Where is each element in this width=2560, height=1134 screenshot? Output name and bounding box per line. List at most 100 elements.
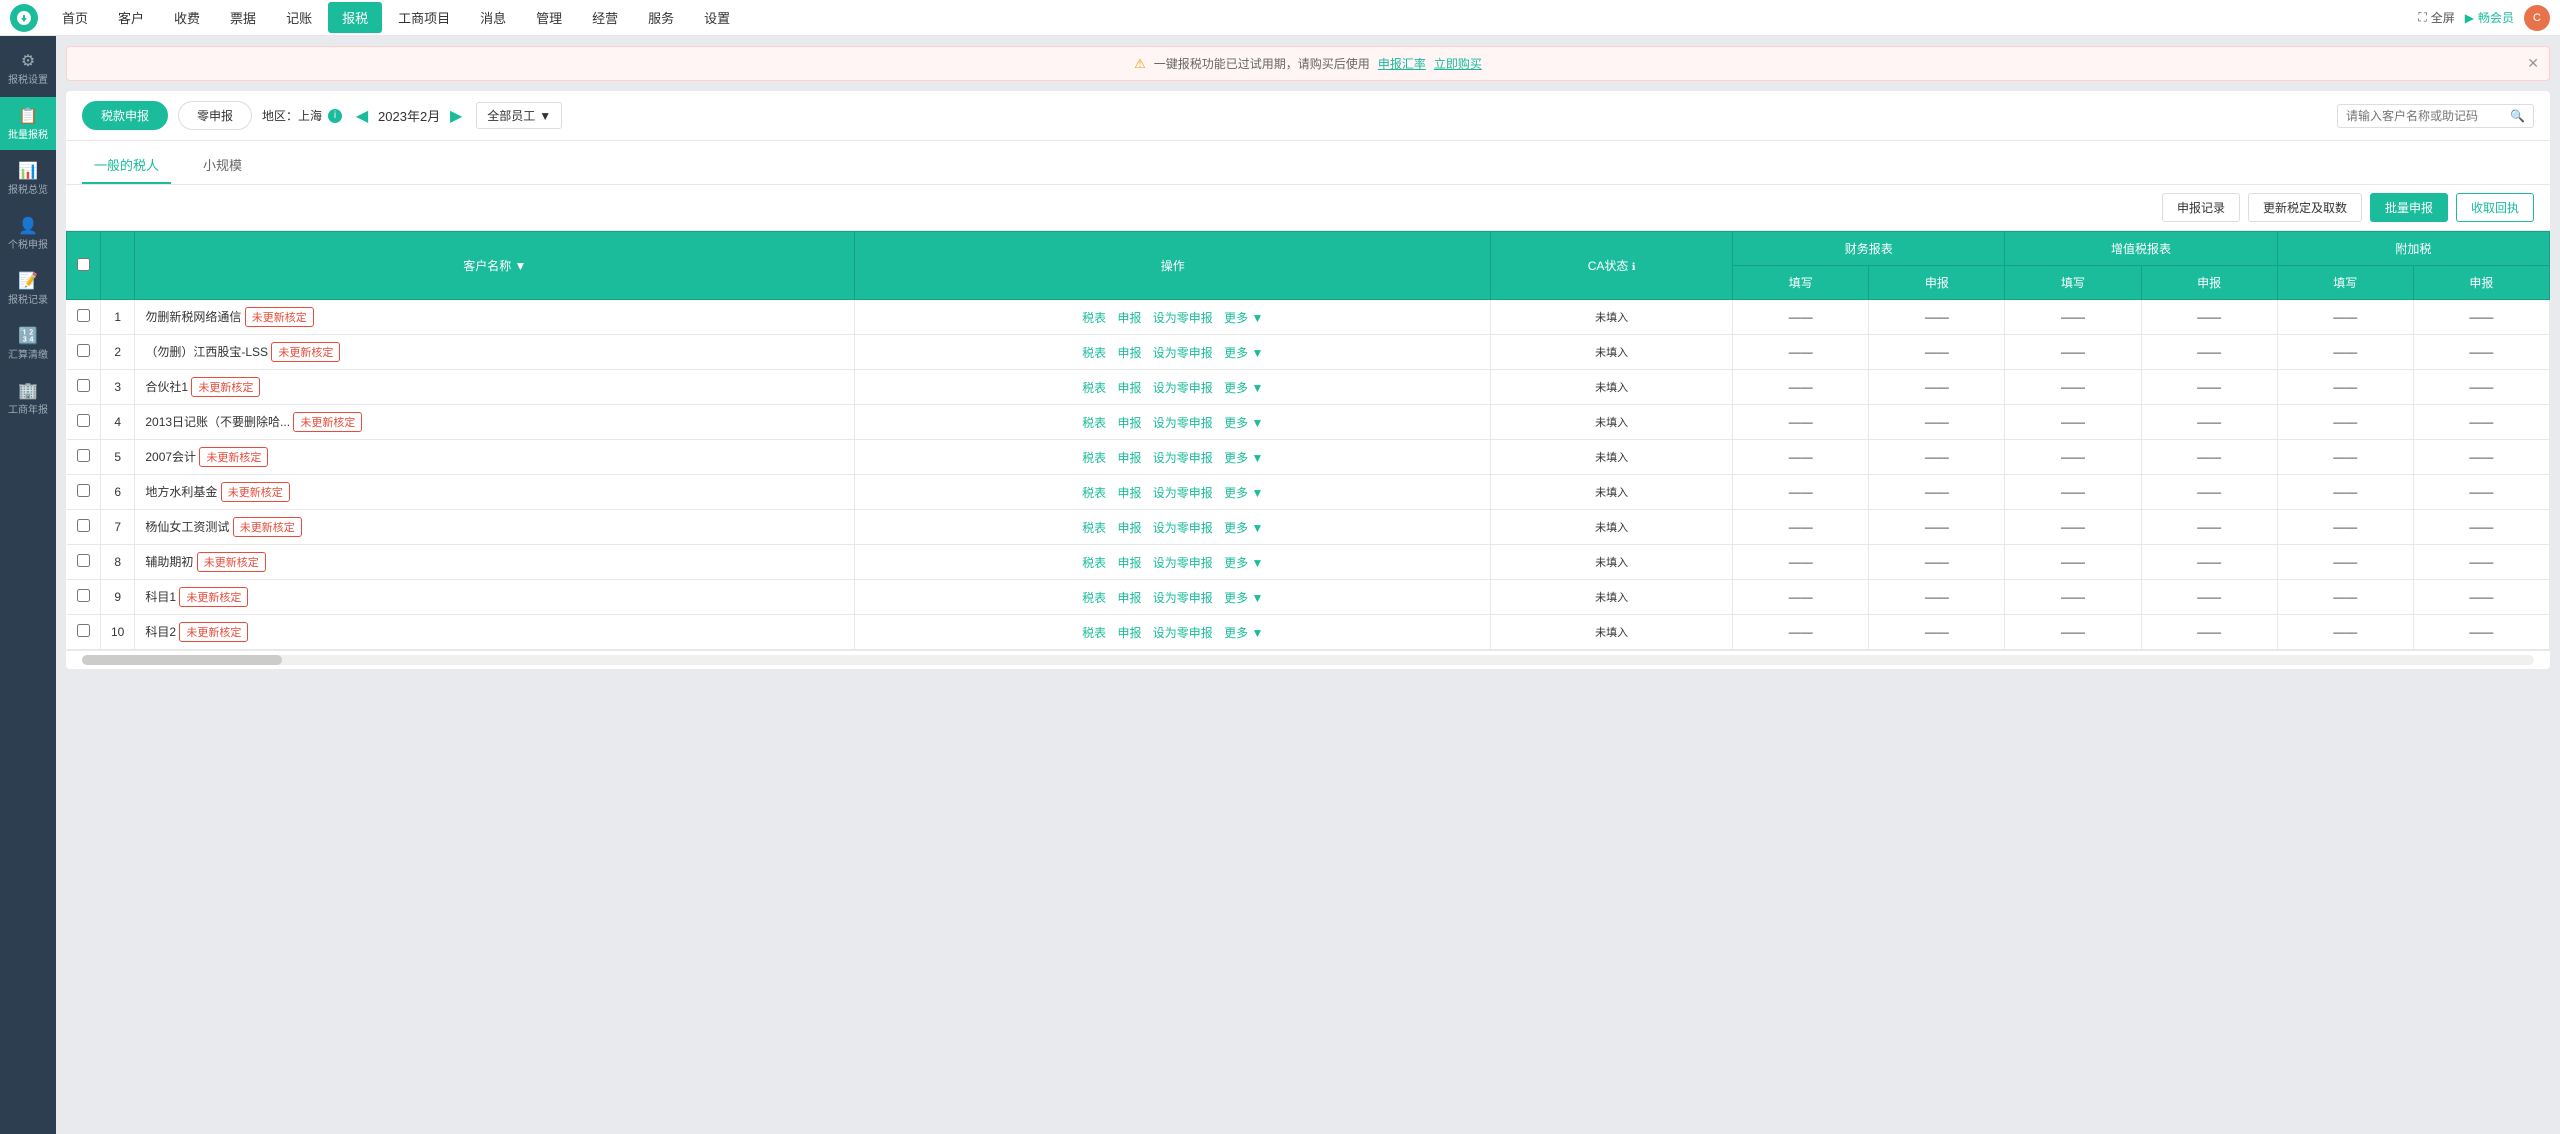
op-tax-form[interactable]: 税表 <box>1082 626 1106 640</box>
op-more[interactable]: 更多 ▼ <box>1224 346 1263 360</box>
op-declare[interactable]: 申报 <box>1117 486 1141 500</box>
sidebar-item-tax-records[interactable]: 📝 报税记录 <box>0 262 56 315</box>
banner-link-rate[interactable]: 申报汇率 <box>1378 55 1426 72</box>
fullscreen-btn[interactable]: ⛶ 全屏 <box>2418 9 2454 26</box>
collect-receipt-btn[interactable]: 收取回执 <box>2456 193 2534 222</box>
op-zero-declare[interactable]: 设为零申报 <box>1153 346 1213 360</box>
banner-link-buy[interactable]: 立即购买 <box>1434 55 1482 72</box>
op-declare[interactable]: 申报 <box>1117 591 1141 605</box>
declare-records-btn[interactable]: 申报记录 <box>2162 193 2240 222</box>
op-declare[interactable]: 申报 <box>1117 521 1141 535</box>
op-more[interactable]: 更多 ▼ <box>1224 556 1263 570</box>
op-more[interactable]: 更多 ▼ <box>1224 416 1263 430</box>
row-checkbox[interactable] <box>77 589 90 602</box>
op-more[interactable]: 更多 ▼ <box>1224 521 1263 535</box>
row-checkbox[interactable] <box>77 344 90 357</box>
nav-home[interactable]: 首页 <box>48 2 102 33</box>
cell-ca: 未填入 <box>1491 580 1733 615</box>
top-nav-right: ⛶ 全屏 ▶ 畅会员 C <box>2418 5 2550 31</box>
cell-add-declare: —— <box>2413 335 2549 370</box>
op-declare[interactable]: 申报 <box>1117 416 1141 430</box>
op-tax-form[interactable]: 税表 <box>1082 311 1106 325</box>
nav-client[interactable]: 客户 <box>104 2 158 33</box>
row-checkbox[interactable] <box>77 484 90 497</box>
scroll-thumb[interactable] <box>82 655 282 665</box>
tab-zero-declare[interactable]: 零申报 <box>178 101 252 130</box>
op-zero-declare[interactable]: 设为零申报 <box>1153 416 1213 430</box>
nav-manage[interactable]: 管理 <box>522 2 576 33</box>
tab-small-scale[interactable]: 小规模 <box>191 149 254 184</box>
staff-selector[interactable]: 全部员工 ▼ <box>476 102 562 129</box>
batch-declare-btn[interactable]: 批量申报 <box>2370 193 2448 222</box>
nav-tax[interactable]: 报税 <box>328 2 382 33</box>
tab-general-taxpayer[interactable]: 一般的税人 <box>82 149 171 184</box>
row-checkbox[interactable] <box>77 554 90 567</box>
sidebar-item-calc-clear[interactable]: 🔢 汇算清缴 <box>0 317 56 370</box>
date-next-btn[interactable]: ▶ <box>446 106 466 126</box>
op-more[interactable]: 更多 ▼ <box>1224 381 1263 395</box>
op-more[interactable]: 更多 ▼ <box>1224 486 1263 500</box>
banner-close-btn[interactable]: ✕ <box>2527 55 2539 72</box>
op-declare[interactable]: 申报 <box>1117 556 1141 570</box>
op-zero-declare[interactable]: 设为零申报 <box>1153 591 1213 605</box>
search-input[interactable] <box>2346 109 2506 123</box>
date-prev-btn[interactable]: ◀ <box>352 106 372 126</box>
tab-tax-declare[interactable]: 税款申报 <box>82 101 168 130</box>
row-checkbox[interactable] <box>77 449 90 462</box>
op-tax-form[interactable]: 税表 <box>1082 416 1106 430</box>
op-more[interactable]: 更多 ▼ <box>1224 591 1263 605</box>
sidebar-item-tax-overview[interactable]: 📊 报税总览 <box>0 152 56 205</box>
nav-operate[interactable]: 经营 <box>578 2 632 33</box>
op-tax-form[interactable]: 税表 <box>1082 381 1106 395</box>
op-tax-form[interactable]: 税表 <box>1082 591 1106 605</box>
select-all-checkbox[interactable] <box>77 258 90 271</box>
op-tax-form[interactable]: 税表 <box>1082 451 1106 465</box>
op-tax-form[interactable]: 税表 <box>1082 486 1106 500</box>
nav-fee[interactable]: 收费 <box>160 2 214 33</box>
sidebar-item-batch-tax[interactable]: 📋 批量报税 <box>0 97 56 150</box>
op-zero-declare[interactable]: 设为零申报 <box>1153 486 1213 500</box>
nav-account[interactable]: 记账 <box>272 2 326 33</box>
sidebar-item-business-report[interactable]: 🏢 工商年报 <box>0 372 56 425</box>
row-checkbox[interactable] <box>77 309 90 322</box>
op-declare[interactable]: 申报 <box>1117 311 1141 325</box>
op-zero-declare[interactable]: 设为零申报 <box>1153 521 1213 535</box>
op-more[interactable]: 更多 ▼ <box>1224 311 1263 325</box>
op-zero-declare[interactable]: 设为零申报 <box>1153 626 1213 640</box>
cell-add-declare: —— <box>2413 370 2549 405</box>
row-checkbox[interactable] <box>77 519 90 532</box>
search-icon[interactable]: 🔍 <box>2510 109 2525 123</box>
row-checkbox[interactable] <box>77 379 90 392</box>
update-tax-btn[interactable]: 更新税定及取数 <box>2248 193 2362 222</box>
sidebar-item-personal-tax[interactable]: 👤 个税申报 <box>0 207 56 260</box>
op-tax-form[interactable]: 税表 <box>1082 346 1106 360</box>
op-zero-declare[interactable]: 设为零申报 <box>1153 451 1213 465</box>
business-report-icon: 🏢 <box>17 380 39 402</box>
sidebar-item-tax-settings[interactable]: ⚙ 报税设置 <box>0 42 56 95</box>
nav-invoice[interactable]: 票据 <box>216 2 270 33</box>
op-tax-form[interactable]: 税表 <box>1082 521 1106 535</box>
cell-fin-declare: —— <box>1869 335 2005 370</box>
op-declare[interactable]: 申报 <box>1117 626 1141 640</box>
upgrade-btn[interactable]: ▶ 畅会员 <box>2465 9 2514 26</box>
avatar[interactable]: C <box>2524 5 2550 31</box>
op-tax-form[interactable]: 税表 <box>1082 556 1106 570</box>
op-zero-declare[interactable]: 设为零申报 <box>1153 381 1213 395</box>
cell-add-declare: —— <box>2413 405 2549 440</box>
op-declare[interactable]: 申报 <box>1117 346 1141 360</box>
row-checkbox[interactable] <box>77 624 90 637</box>
nav-message[interactable]: 消息 <box>466 2 520 33</box>
op-more[interactable]: 更多 ▼ <box>1224 626 1263 640</box>
op-more[interactable]: 更多 ▼ <box>1224 451 1263 465</box>
op-zero-declare[interactable]: 设为零申报 <box>1153 556 1213 570</box>
cell-fin-declare: —— <box>1869 510 2005 545</box>
nav-service[interactable]: 服务 <box>634 2 688 33</box>
row-checkbox[interactable] <box>77 414 90 427</box>
nav-settings[interactable]: 设置 <box>690 2 744 33</box>
region-info-icon[interactable]: i <box>328 109 342 123</box>
nav-business[interactable]: 工商项目 <box>384 2 464 33</box>
cell-fin-fill: —— <box>1733 335 1869 370</box>
op-zero-declare[interactable]: 设为零申报 <box>1153 311 1213 325</box>
op-declare[interactable]: 申报 <box>1117 451 1141 465</box>
op-declare[interactable]: 申报 <box>1117 381 1141 395</box>
